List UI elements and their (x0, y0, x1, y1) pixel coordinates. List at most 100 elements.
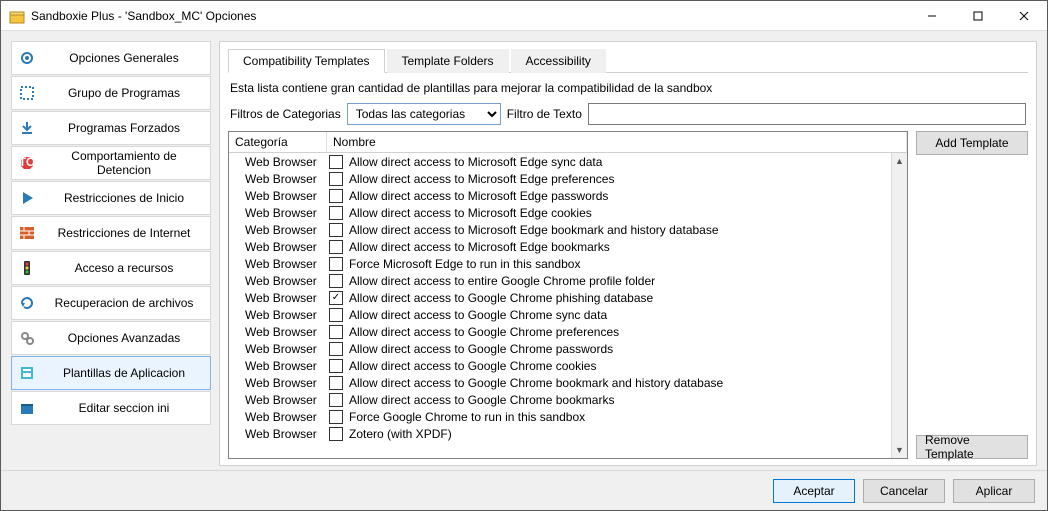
gears-icon (18, 329, 36, 347)
table-row[interactable]: Web BrowserAllow direct access to Google… (229, 323, 891, 340)
recover-icon (18, 294, 36, 312)
tab-0[interactable]: Compatibility Templates (228, 49, 385, 73)
sidebar-item-1[interactable]: Grupo de Programas (11, 76, 211, 110)
tab-1[interactable]: Template Folders (387, 49, 509, 73)
titlebar: Sandboxie Plus - 'Sandbox_MC' Opciones (1, 1, 1047, 31)
table-row[interactable]: Web BrowserForce Google Chrome to run in… (229, 408, 891, 425)
row-checkbox[interactable] (329, 257, 343, 271)
sidebar-item-label: Restricciones de Inicio (44, 191, 204, 205)
cancel-button[interactable]: Cancelar (863, 479, 945, 503)
col-header-name[interactable]: Nombre (327, 132, 907, 152)
row-category: Web Browser (235, 427, 327, 441)
sidebar-item-3[interactable]: STOP Comportamiento de Detencion (11, 146, 211, 180)
scroll-up-icon[interactable]: ▲ (892, 153, 907, 169)
table-row[interactable]: Web BrowserAllow direct access to Google… (229, 340, 891, 357)
table-row[interactable]: Web BrowserZotero (with XPDF) (229, 425, 891, 442)
table-row[interactable]: Web BrowserAllow direct access to entire… (229, 272, 891, 289)
row-name: Allow direct access to Google Chrome phi… (349, 291, 885, 305)
row-category: Web Browser (235, 155, 327, 169)
sidebar-item-0[interactable]: Opciones Generales (11, 41, 211, 75)
sidebar-item-label: Recuperacion de archivos (44, 296, 204, 310)
templates-table: Categoría Nombre Web BrowserAllow direct… (228, 131, 908, 459)
table-row[interactable]: Web BrowserAllow direct access to Google… (229, 306, 891, 323)
row-name: Allow direct access to Google Chrome boo… (349, 376, 885, 390)
sidebar-item-label: Editar seccion ini (44, 401, 204, 415)
row-category: Web Browser (235, 189, 327, 203)
sidebar-item-8[interactable]: Opciones Avanzadas (11, 321, 211, 355)
row-checkbox[interactable] (329, 376, 343, 390)
row-checkbox[interactable] (329, 325, 343, 339)
row-checkbox[interactable] (329, 206, 343, 220)
row-checkbox[interactable] (329, 308, 343, 322)
row-name: Allow direct access to entire Google Chr… (349, 274, 885, 288)
table-row[interactable]: Web BrowserAllow direct access to Google… (229, 374, 891, 391)
sidebar-item-7[interactable]: Recuperacion de archivos (11, 286, 211, 320)
traffic-icon (18, 259, 36, 277)
row-checkbox[interactable] (329, 223, 343, 237)
row-category: Web Browser (235, 359, 327, 373)
template-icon (18, 364, 36, 382)
vertical-scrollbar[interactable]: ▲ ▼ (891, 153, 907, 458)
row-category: Web Browser (235, 257, 327, 271)
row-checkbox[interactable] (329, 274, 343, 288)
row-checkbox[interactable] (329, 410, 343, 424)
sidebar-item-label: Comportamiento de Detencion (44, 149, 204, 177)
row-category: Web Browser (235, 308, 327, 322)
scroll-track[interactable] (892, 169, 907, 442)
apply-button[interactable]: Aplicar (953, 479, 1035, 503)
row-name: Allow direct access to Microsoft Edge bo… (349, 223, 885, 237)
play-icon (18, 189, 36, 207)
sidebar-item-label: Opciones Avanzadas (44, 331, 204, 345)
ok-button[interactable]: Aceptar (773, 479, 855, 503)
group-icon (18, 84, 36, 102)
row-checkbox[interactable] (329, 359, 343, 373)
row-checkbox[interactable] (329, 155, 343, 169)
row-name: Allow direct access to Microsoft Edge sy… (349, 155, 885, 169)
row-checkbox[interactable] (329, 189, 343, 203)
row-checkbox[interactable] (329, 393, 343, 407)
row-checkbox[interactable] (329, 427, 343, 441)
row-name: Allow direct access to Microsoft Edge pa… (349, 189, 885, 203)
row-checkbox[interactable] (329, 172, 343, 186)
category-filter-select[interactable]: Todas las categorias (347, 103, 501, 125)
table-row[interactable]: Web BrowserAllow direct access to Google… (229, 391, 891, 408)
close-button[interactable] (1001, 1, 1047, 31)
row-checkbox[interactable]: ✓ (329, 291, 343, 305)
row-category: Web Browser (235, 240, 327, 254)
add-template-button[interactable]: Add Template (916, 131, 1028, 155)
sidebar-item-2[interactable]: Programas Forzados (11, 111, 211, 145)
table-row[interactable]: Web BrowserAllow direct access to Micros… (229, 204, 891, 221)
text-filter-label: Filtro de Texto (507, 107, 582, 121)
text-filter-input[interactable] (588, 103, 1026, 125)
sidebar-item-5[interactable]: Restricciones de Internet (11, 216, 211, 250)
row-category: Web Browser (235, 393, 327, 407)
svg-text:STOP: STOP (19, 155, 35, 169)
content-row: Categoría Nombre Web BrowserAllow direct… (228, 131, 1028, 459)
col-header-category[interactable]: Categoría (229, 132, 327, 152)
category-filter-label: Filtros de Categorias (230, 107, 341, 121)
ini-icon (18, 399, 36, 417)
sidebar-item-10[interactable]: Editar seccion ini (11, 391, 211, 425)
sidebar-item-9[interactable]: Plantillas de Aplicacion (11, 356, 211, 390)
table-row[interactable]: Web BrowserAllow direct access to Micros… (229, 238, 891, 255)
dialog-footer: Aceptar Cancelar Aplicar (1, 470, 1047, 510)
table-row[interactable]: Web BrowserAllow direct access to Micros… (229, 170, 891, 187)
table-row[interactable]: Web BrowserAllow direct access to Micros… (229, 221, 891, 238)
table-row[interactable]: Web BrowserAllow direct access to Google… (229, 357, 891, 374)
row-checkbox[interactable] (329, 342, 343, 356)
table-row[interactable]: Web Browser✓Allow direct access to Googl… (229, 289, 891, 306)
tab-2[interactable]: Accessibility (511, 49, 606, 73)
maximize-button[interactable] (955, 1, 1001, 31)
tab-bar: Compatibility TemplatesTemplate FoldersA… (228, 48, 1028, 73)
sidebar-item-6[interactable]: Acceso a recursos (11, 251, 211, 285)
row-category: Web Browser (235, 172, 327, 186)
minimize-button[interactable] (909, 1, 955, 31)
sidebar-item-4[interactable]: Restricciones de Inicio (11, 181, 211, 215)
row-checkbox[interactable] (329, 240, 343, 254)
table-row[interactable]: Web Browser Allow direct access to Micros… (229, 153, 891, 170)
remove-template-button[interactable]: Remove Template (916, 435, 1028, 459)
scroll-down-icon[interactable]: ▼ (892, 442, 907, 458)
sidebar-item-label: Programas Forzados (44, 121, 204, 135)
table-row[interactable]: Web Browser Allow direct access to Micros… (229, 187, 891, 204)
table-row[interactable]: Web BrowserForce Microsoft Edge to run i… (229, 255, 891, 272)
